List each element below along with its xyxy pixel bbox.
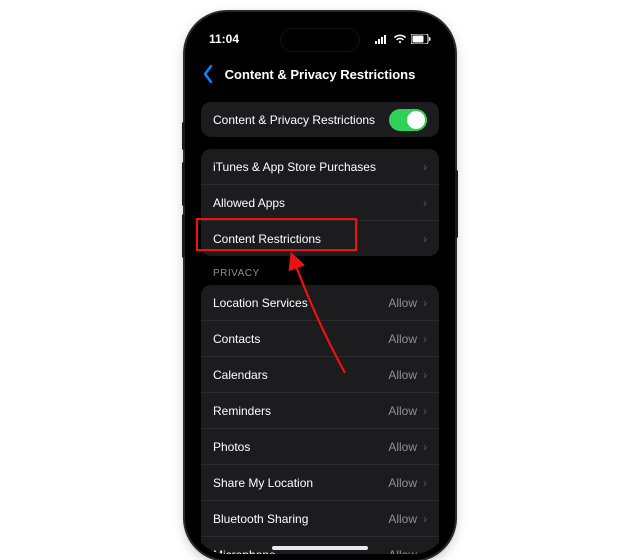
chevron-right-icon: › — [423, 548, 427, 555]
row-content-restrictions[interactable]: Content Restrictions › — [201, 220, 439, 256]
status-bar: 11:04 — [191, 28, 449, 50]
row-reminders[interactable]: Reminders Allow › — [201, 392, 439, 428]
row-label: Reminders — [213, 404, 271, 418]
chevron-right-icon: › — [423, 232, 427, 246]
row-label: Microphone — [213, 548, 276, 555]
chevron-right-icon: › — [423, 440, 427, 454]
row-value: Allow — [388, 440, 417, 454]
row-microphone[interactable]: Microphone Allow › — [201, 536, 439, 554]
chevron-right-icon: › — [423, 368, 427, 382]
row-bluetooth-sharing[interactable]: Bluetooth Sharing Allow › — [201, 500, 439, 536]
volume-down-button — [182, 214, 185, 258]
group-privacy: Location Services Allow › Contacts Allow › C… — [201, 285, 439, 554]
row-value: Allow — [388, 332, 417, 346]
group-toggle: Content & Privacy Restrictions — [201, 102, 439, 137]
row-label: Photos — [213, 440, 250, 454]
row-value: Allow — [388, 404, 417, 418]
row-label: iTunes & App Store Purchases — [213, 160, 376, 174]
row-location-services[interactable]: Location Services Allow › — [201, 285, 439, 320]
page-title: Content & Privacy Restrictions — [225, 67, 416, 82]
chevron-right-icon: › — [423, 404, 427, 418]
settings-content: Content & Privacy Restrictions iTunes & … — [191, 96, 449, 554]
group-restrictions: iTunes & App Store Purchases › Allowed A… — [201, 149, 439, 256]
row-contacts[interactable]: Contacts Allow › — [201, 320, 439, 356]
wifi-icon — [393, 34, 407, 44]
chevron-right-icon: › — [423, 296, 427, 310]
home-indicator — [272, 546, 368, 550]
row-label: Content Restrictions — [213, 232, 321, 246]
chevron-right-icon: › — [423, 160, 427, 174]
mute-switch — [182, 122, 185, 150]
row-calendars[interactable]: Calendars Allow › — [201, 356, 439, 392]
row-value: Allow — [388, 548, 417, 555]
row-value: Allow — [388, 476, 417, 490]
row-share-my-location[interactable]: Share My Location Allow › — [201, 464, 439, 500]
chevron-right-icon: › — [423, 476, 427, 490]
row-content-privacy-toggle[interactable]: Content & Privacy Restrictions — [201, 102, 439, 137]
row-label: Share My Location — [213, 476, 313, 490]
volume-up-button — [182, 162, 185, 206]
chevron-right-icon: › — [423, 332, 427, 346]
toggle-switch[interactable] — [389, 109, 427, 131]
row-label: Contacts — [213, 332, 260, 346]
row-photos[interactable]: Photos Allow › — [201, 428, 439, 464]
chevron-right-icon: › — [423, 512, 427, 526]
section-header-privacy: PRIVACY — [213, 268, 427, 279]
row-value: Allow — [388, 368, 417, 382]
row-label: Location Services — [213, 296, 308, 310]
battery-icon — [411, 34, 431, 44]
row-label: Content & Privacy Restrictions — [213, 113, 375, 127]
power-button — [455, 170, 458, 238]
row-itunes-app-store[interactable]: iTunes & App Store Purchases › — [201, 149, 439, 184]
back-button[interactable] — [201, 64, 215, 87]
row-label: Calendars — [213, 368, 268, 382]
chevron-right-icon: › — [423, 196, 427, 210]
row-allowed-apps[interactable]: Allowed Apps › — [201, 184, 439, 220]
status-time: 11:04 — [209, 32, 239, 46]
row-value: Allow — [388, 512, 417, 526]
cellular-icon — [375, 34, 389, 44]
iphone-frame: 11:04 Content & Privacy Restrictions Con… — [185, 12, 455, 560]
nav-bar: Content & Privacy Restrictions — [191, 58, 449, 90]
row-value: Allow — [388, 296, 417, 310]
row-label: Allowed Apps — [213, 196, 285, 210]
row-label: Bluetooth Sharing — [213, 512, 308, 526]
chevron-left-icon — [201, 64, 215, 84]
